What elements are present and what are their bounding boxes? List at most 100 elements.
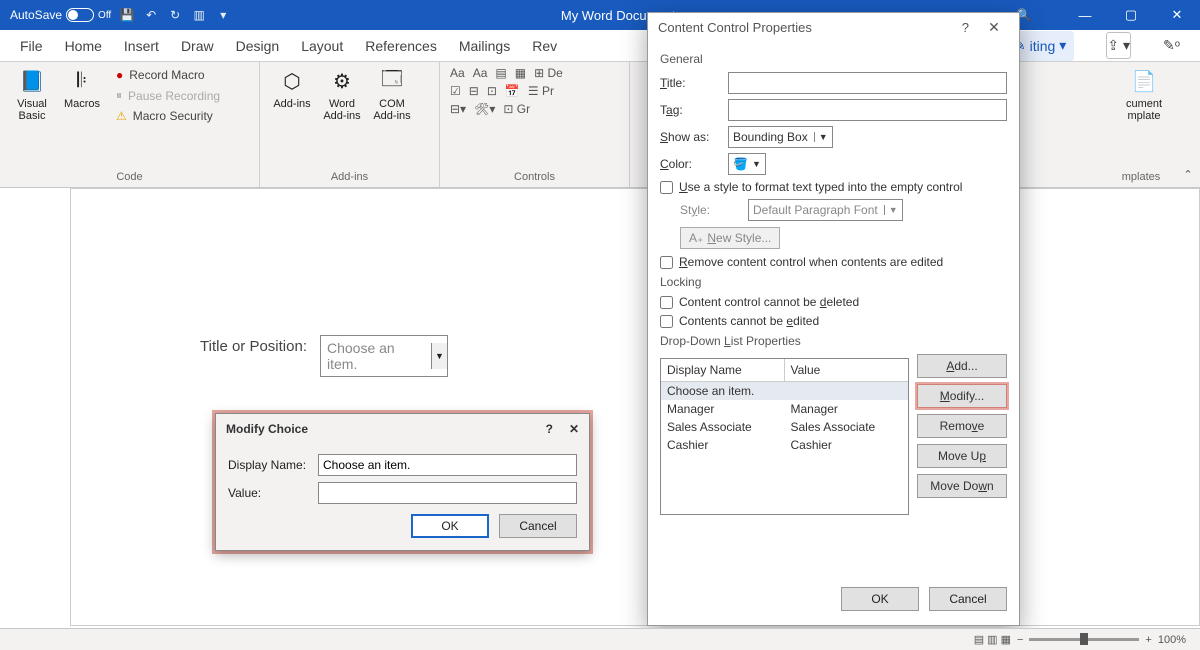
rich-text-control-icon[interactable]: Aa <box>450 66 465 80</box>
list-item[interactable]: ManagerManager <box>661 400 908 418</box>
dropdown-control-icon[interactable]: ⊡ <box>487 84 497 98</box>
tab-review[interactable]: Rev <box>532 34 557 58</box>
save-icon[interactable]: 💾 <box>119 7 135 23</box>
dialog-title: Modify Choice <box>226 422 308 436</box>
tab-design[interactable]: Design <box>236 34 280 58</box>
document-canvas[interactable]: Title or Position: Choose an item. ▼ Mod… <box>70 188 1200 626</box>
pause-recording-button[interactable]: ⏸Pause Recording <box>116 88 220 103</box>
zoom-in-button[interactable]: + <box>1145 634 1151 646</box>
zoom-out-button[interactable]: − <box>1017 634 1023 646</box>
zoom-level[interactable]: 100% <box>1158 634 1186 646</box>
tab-mailings[interactable]: Mailings <box>459 34 510 58</box>
list-item[interactable]: CashierCashier <box>661 436 908 454</box>
warning-icon: ⚠ <box>116 109 127 123</box>
col-value: Value <box>785 359 909 381</box>
cannot-edit-checkbox[interactable] <box>660 315 673 328</box>
help-icon[interactable]: ? <box>952 20 979 35</box>
picture-control-icon[interactable]: ▤ <box>495 66 506 80</box>
maximize-button[interactable]: ▢ <box>1108 0 1154 30</box>
qat-more-icon[interactable]: ▥ <box>191 7 207 23</box>
toggle-off-icon <box>66 8 94 22</box>
ribbon: 📘Visual Basic 𝄆Macros ●Record Macro ⏸Pau… <box>0 62 1200 188</box>
section-general: General <box>660 52 1007 66</box>
title-input[interactable] <box>728 72 1007 94</box>
tag-input[interactable] <box>728 99 1007 121</box>
display-name-input[interactable] <box>318 454 577 476</box>
combobox-control-icon[interactable]: ⊟ <box>469 84 479 98</box>
tab-layout[interactable]: Layout <box>301 34 343 58</box>
design-mode-button[interactable]: ⊞ De <box>534 66 563 80</box>
date-picker-control-icon[interactable]: 📅 <box>505 84 520 98</box>
visual-basic-button[interactable]: 📘Visual Basic <box>10 66 54 125</box>
help-icon[interactable]: ? <box>546 422 553 436</box>
content-control-properties-dialog: Content Control Properties ? ✕ General T… <box>647 12 1020 626</box>
list-item[interactable]: Choose an item. <box>661 382 908 400</box>
addins-button[interactable]: ⬡Add-ins <box>270 66 314 122</box>
document-template-button[interactable]: 📄cumentmplate <box>1116 66 1172 122</box>
zoom-slider[interactable] <box>1029 638 1139 641</box>
value-input[interactable] <box>318 482 577 504</box>
word-addins-button[interactable]: ⚙Word Add-ins <box>320 66 364 122</box>
ok-button[interactable]: OK <box>411 514 489 538</box>
repeating-control-icon[interactable]: ⊟▾ <box>450 102 466 116</box>
redo-icon[interactable]: ↻ <box>167 7 183 23</box>
tab-draw[interactable]: Draw <box>181 34 214 58</box>
use-style-checkbox[interactable] <box>660 181 673 194</box>
macro-security-button[interactable]: ⚠Macro Security <box>116 109 220 123</box>
ok-button[interactable]: OK <box>841 587 919 611</box>
new-style-button[interactable]: A₊New Style... <box>680 227 780 249</box>
plain-text-control-icon[interactable]: Aa <box>473 66 488 80</box>
com-addins-button[interactable]: 🗔COM Add-ins <box>370 66 414 122</box>
group-label-addins: Add-ins <box>270 171 429 183</box>
showas-select[interactable]: Bounding Box▼ <box>728 126 833 148</box>
cancel-button[interactable]: Cancel <box>499 514 577 538</box>
cannot-delete-label: Content control cannot be deleted <box>679 295 859 309</box>
close-icon[interactable]: ✕ <box>979 19 1009 36</box>
dropdown-chevron-icon[interactable]: ▼ <box>431 343 447 369</box>
tab-insert[interactable]: Insert <box>124 34 159 58</box>
tag-label: Tag: <box>660 103 718 117</box>
properties-button[interactable]: ☰ Pr <box>528 84 554 98</box>
close-button[interactable]: ✕ <box>1154 0 1200 30</box>
macros-button[interactable]: 𝄆Macros <box>60 66 104 125</box>
color-picker[interactable]: 🪣▼ <box>728 153 766 175</box>
dropdown-content-control[interactable]: Choose an item. ▼ <box>320 335 448 377</box>
move-up-button[interactable]: Move Up <box>917 444 1007 468</box>
style-select[interactable]: Default Paragraph Font▼ <box>748 199 903 221</box>
building-block-control-icon[interactable]: ▦ <box>515 66 526 80</box>
collapse-ribbon-icon[interactable]: ⌃ <box>1183 168 1192 181</box>
legacy-tools-icon[interactable]: 🛠▾ <box>474 102 495 116</box>
tab-home[interactable]: Home <box>65 34 102 58</box>
field-label: Title or Position: <box>200 338 307 355</box>
com-addins-icon: 🗔 <box>377 66 407 96</box>
share-button[interactable]: ⇪ ▾ <box>1106 32 1131 59</box>
group-button[interactable]: ⊡ Gr <box>503 102 530 116</box>
remove-cc-label: Remove content control when contents are… <box>679 255 943 269</box>
col-display: Display Name <box>661 359 785 381</box>
move-down-button[interactable]: Move Down <box>917 474 1007 498</box>
status-bar: ▤ ▥ ▦ − + 100% <box>0 628 1200 650</box>
undo-icon[interactable]: ↶ <box>143 7 159 23</box>
comments-icon[interactable]: ✎ᵒ <box>1163 33 1180 58</box>
cannot-delete-checkbox[interactable] <box>660 296 673 309</box>
close-icon[interactable]: ✕ <box>569 422 579 436</box>
remove-button[interactable]: Remove <box>917 414 1007 438</box>
tab-file[interactable]: File <box>20 34 43 58</box>
minimize-button[interactable]: — <box>1062 0 1108 30</box>
qat-dropdown-icon[interactable]: ▾ <box>215 7 231 23</box>
group-label-code: Code <box>10 171 249 183</box>
modify-button[interactable]: Modify... <box>917 384 1007 408</box>
add-button[interactable]: Add... <box>917 354 1007 378</box>
display-name-label: Display Name: <box>228 458 318 472</box>
view-icons[interactable]: ▤ ▥ ▦ <box>974 633 1011 646</box>
remove-cc-checkbox[interactable] <box>660 256 673 269</box>
new-style-icon: A₊ <box>689 231 703 245</box>
cancel-button[interactable]: Cancel <box>929 587 1007 611</box>
checkbox-control-icon[interactable]: ☑ <box>450 84 461 98</box>
title-label: Title: <box>660 76 718 90</box>
record-macro-button[interactable]: ●Record Macro <box>116 68 220 82</box>
tab-references[interactable]: References <box>365 34 437 58</box>
list-item[interactable]: Sales AssociateSales Associate <box>661 418 908 436</box>
autosave-toggle[interactable]: AutoSave Off <box>10 8 111 22</box>
dropdown-list[interactable]: Display Name Value Choose an item. Manag… <box>660 358 909 515</box>
